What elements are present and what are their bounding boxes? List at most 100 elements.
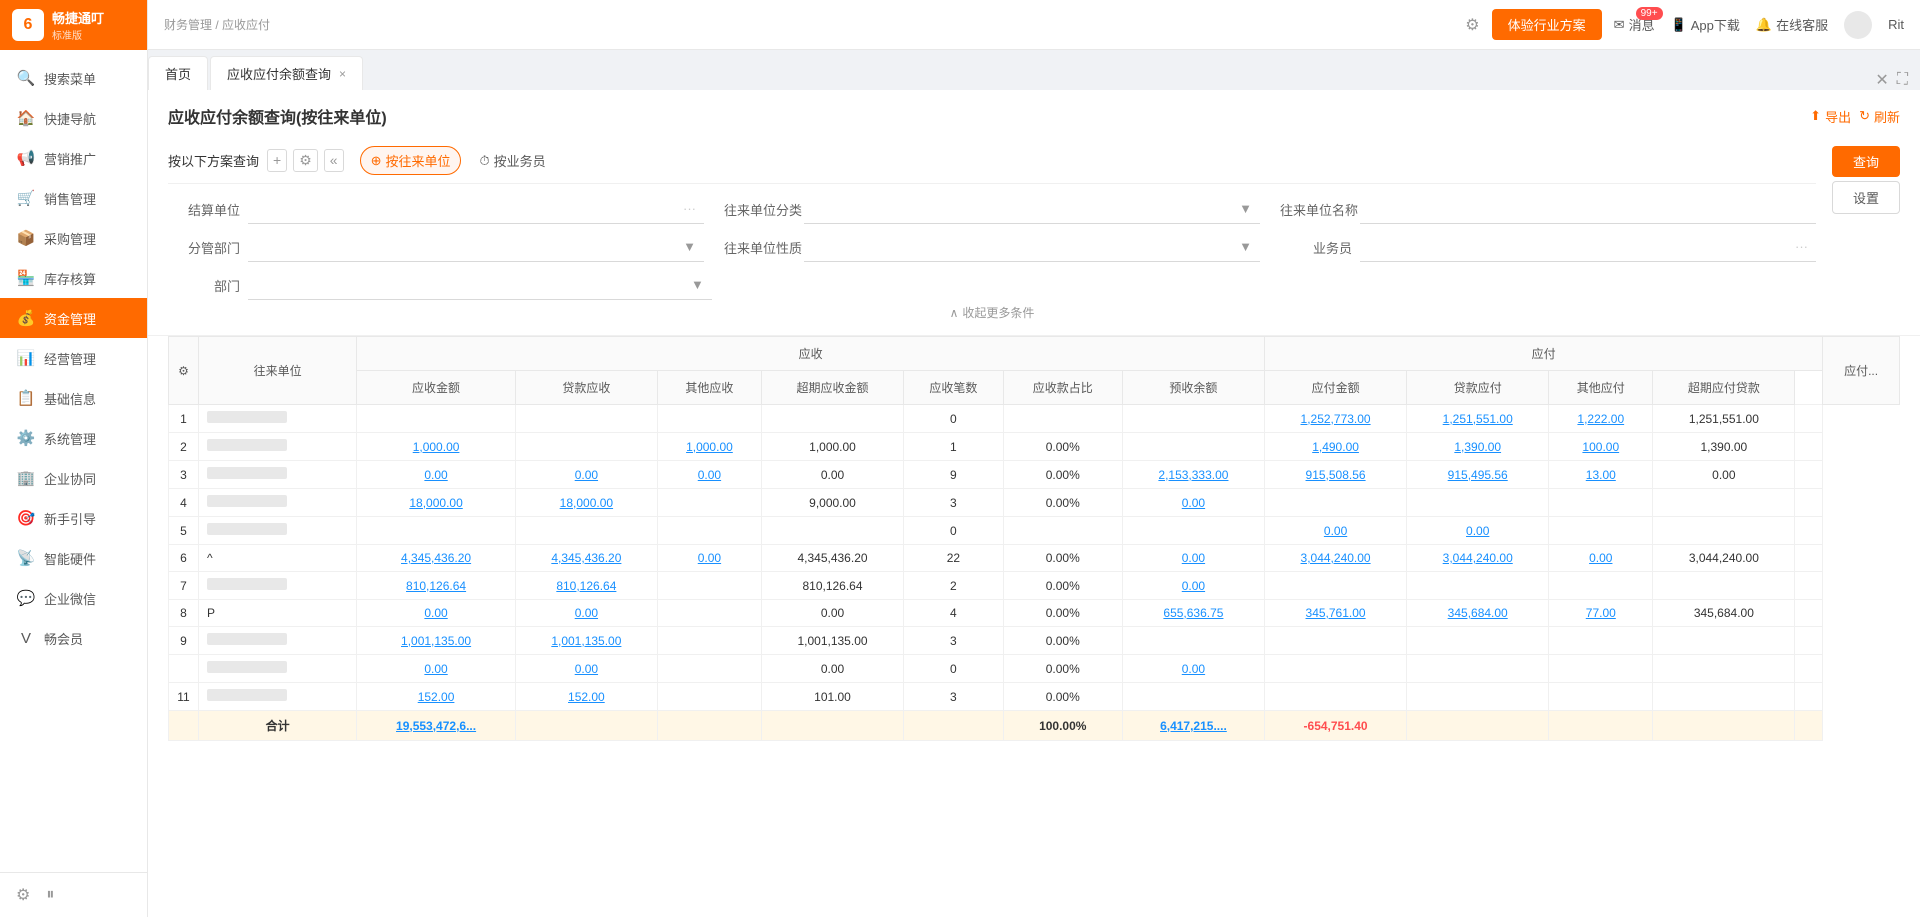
filter-option-partner[interactable]: ⊕ 按往来单位 — [360, 146, 462, 175]
close-window-icon[interactable]: ✕ — [1875, 70, 1888, 90]
filter-input-salesman[interactable]: ··· — [1360, 232, 1816, 262]
filter-row-3: 部门 ▼ — [168, 270, 1816, 300]
sidebar-menu: 🔍 搜索菜单 🏠 快捷导航 📢 营销推广 🛒 销售管理 📦 采购管理 🏪 库存核… — [0, 50, 147, 872]
query-btn-group: 查询 设置 — [1832, 146, 1900, 214]
app-icon: 📱 — [1671, 17, 1687, 33]
filter-option-salesman-label: 按业务员 — [494, 151, 546, 170]
message-badge: 99+ — [1636, 7, 1663, 20]
sidebar-collapse-icon[interactable]: ⏸ — [46, 886, 54, 904]
table-ap-overdue-header: 超期应付贷款 — [1653, 371, 1795, 405]
page-actions: ⬆ 导出 ↻ 刷新 — [1810, 107, 1900, 126]
sidebar-item-basic-info[interactable]: 📋 基础信息 — [0, 378, 147, 418]
sidebar-label-wechat: 企业微信 — [44, 589, 96, 608]
sidebar-icon-system: ⚙️ — [16, 428, 36, 448]
sidebar-item-search-menu[interactable]: 🔍 搜索菜单 — [0, 58, 147, 98]
app-download-button[interactable]: 📱 App下载 — [1671, 15, 1740, 34]
page-title: 应收应付余额查询(按往来单位) — [168, 104, 387, 128]
sidebar-item-quick-nav[interactable]: 🏠 快捷导航 — [0, 98, 147, 138]
filter-select-dept-manager[interactable]: ▼ — [248, 232, 704, 262]
table-config-header[interactable]: ⚙ — [169, 337, 199, 405]
sidebar-item-marketing[interactable]: 📢 营销推广 — [0, 138, 147, 178]
sidebar: 6 畅捷通叮 标准版 🔍 搜索菜单 🏠 快捷导航 📢 营销推广 🛒 销售管理 📦… — [0, 0, 148, 917]
refresh-button[interactable]: ↻ 刷新 — [1859, 107, 1900, 126]
sidebar-icon-operations: 📊 — [16, 348, 36, 368]
service-label: 在线客服 — [1776, 15, 1828, 34]
export-button[interactable]: ⬆ 导出 — [1810, 107, 1851, 126]
total-ar-ratio: 100.00% — [1003, 711, 1122, 741]
filter-input-settlement[interactable]: ··· — [248, 194, 704, 224]
sidebar-item-enterprise[interactable]: 🏢 企业协同 — [0, 458, 147, 498]
data-table: ⚙ 往来单位 应收 应付 应付... 应收金额 贷款应收 其他应收 超期应收金额… — [168, 336, 1900, 741]
filter-input-partner-name[interactable] — [1360, 194, 1816, 224]
tabbar: 首页应收应付余额查询× ✕ ⛶ — [148, 50, 1920, 90]
message-icon: ✉ — [1614, 17, 1625, 33]
filter-option-salesman[interactable]: ⏱ 按业务员 — [469, 146, 555, 175]
table-ap-amount-header: 应付金额 — [1265, 371, 1407, 405]
settings-button[interactable]: 设置 — [1832, 181, 1900, 214]
sidebar-item-member[interactable]: V 畅会员 — [0, 618, 147, 658]
header-settings-icon[interactable]: ⚙ — [1465, 15, 1479, 35]
filter-select-partner-cat[interactable]: ▼ — [804, 194, 1260, 224]
filter-label-dept: 部门 — [168, 276, 248, 295]
total-label: 合计 — [199, 711, 357, 741]
sidebar-item-operations[interactable]: 📊 经营管理 — [0, 338, 147, 378]
filter-bar: 按以下方案查询 + ⚙ « ⊕ 按往来单位 ⏱ 按业务员 — [168, 138, 1816, 184]
sidebar-label-marketing: 营销推广 — [44, 149, 96, 168]
filter-bar-icons: + ⚙ « — [267, 149, 344, 172]
table-row: 91,001,135.001,001,135.001,001,135.0030.… — [169, 627, 1900, 655]
filter-label-partner-cat: 往来单位分类 — [724, 200, 804, 219]
sidebar-icon-guide: 🎯 — [16, 508, 36, 528]
sidebar-label-quick-nav: 快捷导航 — [44, 109, 96, 128]
maximize-window-icon[interactable]: ⛶ — [1897, 71, 1908, 89]
total-ap-amount: -654,751.40 — [1265, 711, 1407, 741]
sidebar-item-system[interactable]: ⚙️ 系统管理 — [0, 418, 147, 458]
sidebar-settings-icon[interactable]: ⚙ — [16, 885, 30, 905]
table-ar-ratio-header: 应收款占比 — [1003, 371, 1122, 405]
filter-add-icon[interactable]: + — [267, 149, 287, 172]
table-row: 21,000.001,000.001,000.0010.00%1,490.001… — [169, 433, 1900, 461]
total-ar-overdue — [761, 711, 903, 741]
main-content: 应收应付余额查询(按往来单位) ⬆ 导出 ↻ 刷新 按以下方案查询 + ⚙ — [148, 90, 1920, 917]
sidebar-item-wechat[interactable]: 💬 企业微信 — [0, 578, 147, 618]
total-ar-amount[interactable]: 19,553,472,6... — [357, 711, 515, 741]
tab-close-ar-query[interactable]: × — [339, 67, 346, 81]
sidebar-label-purchase: 采购管理 — [44, 229, 96, 248]
sidebar-item-purchase[interactable]: 📦 采购管理 — [0, 218, 147, 258]
sidebar-icon-wechat: 💬 — [16, 588, 36, 608]
filter-field-partner-name: 往来单位名称 — [1280, 194, 1816, 224]
avatar[interactable] — [1844, 11, 1872, 39]
sidebar-label-finance: 资金管理 — [44, 309, 96, 328]
total-ar-prepay[interactable]: 6,417,215.... — [1122, 711, 1264, 741]
sidebar-label-operations: 经营管理 — [44, 349, 96, 368]
breadcrumb: 财务管理 / 应收应付 — [164, 16, 1453, 33]
message-container[interactable]: ✉ 消息 99+ — [1614, 15, 1655, 34]
filter-field-dept-manager: 分管部门 ▼ — [168, 232, 704, 262]
filter-select-partner-nature[interactable]: ▼ — [804, 232, 1260, 262]
filter-select-dept[interactable]: ▼ — [248, 270, 712, 300]
collapse-bar: ∧ 收起更多条件 — [168, 300, 1816, 325]
sidebar-item-guide[interactable]: 🎯 新手引导 — [0, 498, 147, 538]
query-button[interactable]: 查询 — [1832, 146, 1900, 177]
sidebar-item-finance[interactable]: 💰 资金管理 — [0, 298, 147, 338]
sidebar-icon-purchase: 📦 — [16, 228, 36, 248]
sidebar-icon-basic-info: 📋 — [16, 388, 36, 408]
tab-ar-query[interactable]: 应收应付余额查询× — [210, 56, 363, 90]
filter-label-partner-name: 往来单位名称 — [1280, 200, 1360, 219]
sidebar-item-sales[interactable]: 🛒 销售管理 — [0, 178, 147, 218]
filter-settings-icon[interactable]: ⚙ — [293, 149, 318, 172]
table-partner-header: 往来单位 — [199, 337, 357, 405]
sidebar-item-inventory[interactable]: 🏪 库存核算 — [0, 258, 147, 298]
table-ar-count-header: 应收笔数 — [904, 371, 1004, 405]
total-ap-loan — [1407, 711, 1549, 741]
breadcrumb-text: 财务管理 / 应收应付 — [164, 16, 270, 33]
total-ar-loan — [515, 711, 657, 741]
table-section: ⚙ 往来单位 应收 应付 应付... 应收金额 贷款应收 其他应收 超期应收金额… — [148, 336, 1920, 917]
filter-collapse-icon[interactable]: « — [324, 149, 344, 172]
collapse-button[interactable]: ∧ 收起更多条件 — [950, 304, 1035, 321]
promo-button[interactable]: 体验行业方案 — [1492, 9, 1602, 40]
filter-label-salesman: 业务员 — [1280, 238, 1360, 257]
table-row: 500.000.00 — [169, 517, 1900, 545]
sidebar-item-hardware[interactable]: 📡 智能硬件 — [0, 538, 147, 578]
tab-home[interactable]: 首页 — [148, 56, 208, 90]
service-button[interactable]: 🔔 在线客服 — [1756, 15, 1828, 34]
